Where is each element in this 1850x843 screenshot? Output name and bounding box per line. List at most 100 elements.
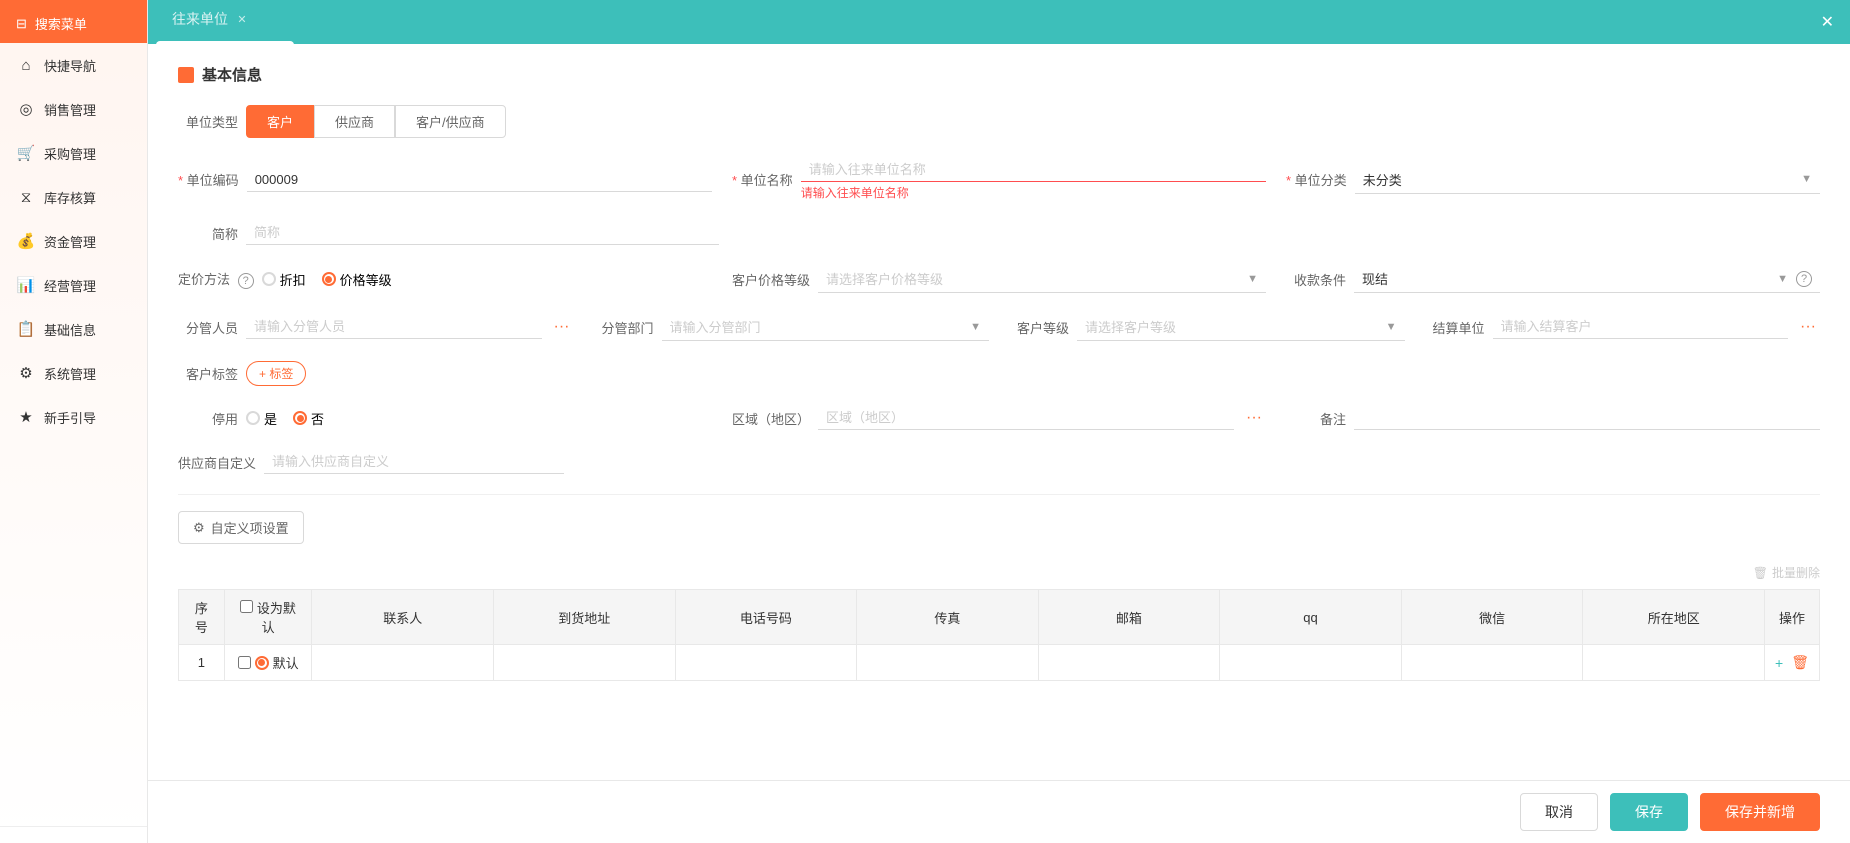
address-input-0[interactable] xyxy=(504,655,665,670)
default-radio-0[interactable]: 默认 xyxy=(255,653,299,672)
short-name-group: 简称 xyxy=(178,221,719,245)
email-input-0[interactable] xyxy=(1049,655,1210,670)
pricing-level-circle xyxy=(322,272,336,286)
cell-contact[interactable] xyxy=(312,645,494,681)
del-row-button-0[interactable]: 🗑 xyxy=(1791,654,1809,671)
unit-type-customer[interactable]: 客户 xyxy=(246,105,314,138)
custom-settings-section: ⚙ 自定义项设置 xyxy=(178,511,1820,544)
contact-table-section: 🗑 批量删除 序号 设为默认联系人到货地址电话号码传真邮箱qq微信所在地区操作 … xyxy=(178,564,1820,681)
section-divider xyxy=(178,494,1820,495)
settlement-more-icon[interactable]: ··· xyxy=(1796,318,1820,336)
customer-level-select[interactable]: 请选择客户等级 ▼ xyxy=(1077,313,1405,341)
unit-info-row: 单位编码 单位名称 请输入往来单位名称 单位分类 未分类 ▼ xyxy=(178,158,1820,201)
cell-wechat[interactable] xyxy=(1401,645,1583,681)
region-more-icon[interactable]: ··· xyxy=(1242,409,1266,427)
unit-type-row: 单位类型 客户 供应商 客户/供应商 xyxy=(178,105,1820,138)
cell-phone[interactable] xyxy=(675,645,857,681)
pricing-help-icon[interactable]: ? xyxy=(238,273,254,289)
save-button[interactable]: 保存 xyxy=(1610,793,1688,831)
add-tag-button[interactable]: + 标签 xyxy=(246,361,306,386)
pricing-discount-radio[interactable]: 折扣 xyxy=(262,270,306,289)
cell-qq[interactable] xyxy=(1220,645,1402,681)
sidebar-item-label-finance: 资金管理 xyxy=(44,232,96,251)
sidebar-item-basic[interactable]: 📋基础信息 xyxy=(0,307,147,351)
disabled-yes-radio[interactable]: 是 xyxy=(246,409,277,428)
sidebar-search-button[interactable]: ⊟ 搜索菜单 xyxy=(0,4,147,43)
custom-settings-button[interactable]: ⚙ 自定义项设置 xyxy=(178,511,304,544)
supplier-custom-input[interactable] xyxy=(264,450,564,474)
sidebar-item-finance[interactable]: 💰资金管理 xyxy=(0,219,147,263)
sidebar-item-sales[interactable]: ◎销售管理 xyxy=(0,87,147,131)
customer-price-level-select[interactable]: 请选择客户价格等级 ▼ xyxy=(818,265,1266,293)
customer-price-level-chevron-icon: ▼ xyxy=(1247,273,1258,285)
add-row-button-0[interactable]: + xyxy=(1775,655,1783,671)
sidebar-item-label-system: 系统管理 xyxy=(44,364,96,383)
sidebar-bottom xyxy=(0,826,147,843)
delete-icon: 🗑 xyxy=(1753,566,1768,580)
supplier-custom-label: 供应商自定义 xyxy=(178,453,256,472)
tab-close-partners[interactable]: ✕ xyxy=(234,11,250,27)
sidebar-item-operations[interactable]: 📊经营管理 xyxy=(0,263,147,307)
tab-partners[interactable]: 往来单位✕ xyxy=(156,1,294,37)
payment-terms-select[interactable]: 现结 ▼ ? xyxy=(1354,265,1820,293)
payment-terms-chevron-icon: ▼ xyxy=(1777,273,1788,285)
payment-terms-group: 收款条件 现结 ▼ ? xyxy=(1286,265,1820,293)
disabled-no-dot xyxy=(297,415,304,422)
unit-category-select[interactable]: 未分类 ▼ xyxy=(1355,166,1820,194)
sidebar-item-label-guide: 新手引导 xyxy=(44,408,96,427)
region-input-0[interactable] xyxy=(1593,655,1754,670)
unit-type-both[interactable]: 客户/供应商 xyxy=(395,105,506,138)
payment-terms-help-icon[interactable]: ? xyxy=(1796,271,1812,287)
settlement-unit-input[interactable] xyxy=(1493,315,1789,339)
sidebar-item-system[interactable]: ⚙系统管理 xyxy=(0,351,147,395)
cell-address[interactable] xyxy=(494,645,676,681)
save-new-button[interactable]: 保存并新增 xyxy=(1700,793,1820,831)
wechat-input-0[interactable] xyxy=(1412,655,1573,670)
cancel-button[interactable]: 取消 xyxy=(1520,793,1598,831)
sidebar-item-purchase[interactable]: 🛒采购管理 xyxy=(0,131,147,175)
contact-input-0[interactable] xyxy=(322,655,483,670)
pricing-discount-label: 折扣 xyxy=(280,270,306,289)
manager-input[interactable] xyxy=(246,315,542,339)
sidebar-item-guide[interactable]: ★新手引导 xyxy=(0,395,147,439)
remarks-input[interactable] xyxy=(1354,406,1820,430)
unit-type-group: 单位类型 客户 供应商 客户/供应商 xyxy=(178,105,1820,138)
window-close-button[interactable]: ✕ xyxy=(1813,8,1842,36)
short-name-input[interactable] xyxy=(246,221,719,245)
basic-icon: 📋 xyxy=(16,319,36,339)
pricing-level-radio[interactable]: 价格等级 xyxy=(322,270,392,289)
sidebar-item-inventory[interactable]: ⧖库存核算 xyxy=(0,175,147,219)
select-all-checkbox[interactable] xyxy=(240,600,253,613)
sidebar-item-quick-nav[interactable]: ⌂快捷导航 xyxy=(0,43,147,87)
unit-name-input[interactable] xyxy=(801,158,1266,182)
qq-input-0[interactable] xyxy=(1230,655,1391,670)
disabled-no-radio[interactable]: 否 xyxy=(293,409,324,428)
cell-default: 默认 xyxy=(224,645,312,681)
unit-code-input[interactable] xyxy=(247,168,712,192)
settlement-unit-label: 结算单位 xyxy=(1425,318,1485,337)
footer: 取消 保存 保存并新增 xyxy=(148,780,1850,843)
pricing-method-group: 定价方法 ? 折扣 价格等级 xyxy=(178,269,712,289)
disabled-yes-circle xyxy=(246,411,260,425)
quick-nav-icon: ⌂ xyxy=(16,55,36,75)
department-select[interactable]: 请输入分管部门 ▼ xyxy=(662,313,990,341)
phone-input-0[interactable] xyxy=(686,655,847,670)
manager-more-icon[interactable]: ··· xyxy=(550,318,574,336)
sales-icon: ◎ xyxy=(16,99,36,119)
region-input[interactable] xyxy=(818,406,1234,430)
unit-code-group: 单位编码 xyxy=(178,168,712,192)
fax-input-0[interactable] xyxy=(867,655,1028,670)
col-header-传真: 传真 xyxy=(857,590,1039,645)
tag-group: 客户标签 + 标签 xyxy=(178,361,1820,386)
cell-email[interactable] xyxy=(1038,645,1220,681)
table-toolbar: 🗑 批量删除 xyxy=(178,564,1820,581)
cell-fax[interactable] xyxy=(857,645,1039,681)
cell-region[interactable] xyxy=(1583,645,1765,681)
batch-delete-button[interactable]: 🗑 批量删除 xyxy=(1753,564,1820,581)
disabled-label: 停用 xyxy=(178,409,238,428)
row-checkbox-0[interactable] xyxy=(238,656,251,669)
customer-level-group: 客户等级 请选择客户等级 ▼ xyxy=(1009,313,1405,341)
pricing-level-dot xyxy=(325,276,332,283)
pricing-radio-group: 折扣 价格等级 xyxy=(262,270,392,289)
unit-type-supplier[interactable]: 供应商 xyxy=(314,105,395,138)
